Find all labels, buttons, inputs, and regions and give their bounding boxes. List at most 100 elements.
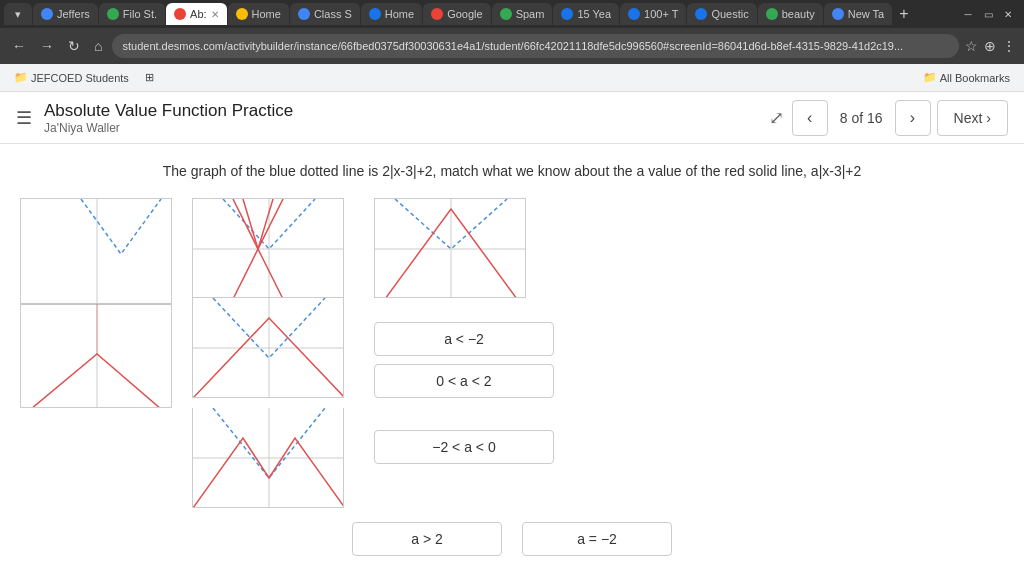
close-button[interactable]: ✕: [1000, 6, 1016, 22]
tab-ab[interactable]: Ab: ✕: [166, 3, 227, 25]
tab-class[interactable]: Class S: [290, 3, 360, 25]
all-bookmarks-label: All Bookmarks: [940, 72, 1010, 84]
browser-chrome: ▾ Jeffers Filo St. Ab: ✕ Home Class S: [0, 0, 1024, 92]
window-controls: ─ ▭ ✕: [960, 6, 1024, 22]
grid-icon: ⊞: [145, 71, 154, 84]
tab-favicon: [107, 8, 119, 20]
right-column: a < −2 0 < a < 2 −2 < a < 0: [374, 198, 554, 464]
folder-icon: 📁: [923, 71, 937, 84]
next-button[interactable]: Next ›: [937, 100, 1008, 136]
address-input[interactable]: [112, 34, 959, 58]
tab-label: Ab:: [190, 8, 207, 20]
app-header: ☰ Absolute Value Function Practice Ja'Ni…: [0, 92, 1024, 144]
answer-box-a-greater-2[interactable]: a > 2: [352, 522, 502, 556]
tab-favicon: [695, 8, 707, 20]
tab-favicon: [561, 8, 573, 20]
tab-favicon: [298, 8, 310, 20]
bookmarks-bar: 📁 JEFCOED Students ⊞ 📁 All Bookmarks: [0, 64, 1024, 92]
answer-box-neg2-less-a-less-0[interactable]: −2 < a < 0: [374, 430, 554, 464]
graph-3[interactable]: [192, 298, 344, 398]
tab-filo[interactable]: Filo St.: [99, 3, 165, 25]
graphs-area: a < −2 0 < a < 2 −2 < a < 0: [20, 198, 1004, 508]
tab-100t[interactable]: 100+ T: [620, 3, 686, 25]
tab-label: Home: [252, 8, 281, 20]
tab-group-selector[interactable]: ▾: [4, 3, 32, 25]
tab-home1[interactable]: Home: [228, 3, 289, 25]
minimize-button[interactable]: ─: [960, 6, 976, 22]
tab-home2[interactable]: Home: [361, 3, 422, 25]
answer-box-a-equals-neg2[interactable]: a = −2: [522, 522, 672, 556]
tab-newta[interactable]: New Ta: [824, 3, 892, 25]
back-button[interactable]: ←: [8, 36, 30, 56]
answer-box-a-less-neg2[interactable]: a < −2: [374, 322, 554, 356]
answer-label: a < −2: [444, 331, 484, 347]
mid-column: [192, 198, 344, 508]
app-subtitle: Ja'Niya Waller: [44, 121, 761, 135]
tab-bar: ▾ Jeffers Filo St. Ab: ✕ Home Class S: [0, 0, 1024, 28]
tab-label: Home: [385, 8, 414, 20]
tab-label: Class S: [314, 8, 352, 20]
next-label: Next: [954, 110, 983, 126]
bookmark-jefcoed[interactable]: 📁 JEFCOED Students: [8, 69, 135, 86]
tab-label: Google: [447, 8, 482, 20]
answer-label: a = −2: [577, 531, 617, 547]
hamburger-menu-button[interactable]: ☰: [16, 107, 32, 129]
question-text: The graph of the blue dotted line is 2|x…: [20, 162, 1004, 182]
tab-label: Filo St.: [123, 8, 157, 20]
graph-1[interactable]: [20, 198, 172, 408]
app-title: Absolute Value Function Practice: [44, 101, 761, 121]
tab-label: 15 Yea: [577, 8, 611, 20]
bookmarks-right: 📁 All Bookmarks: [917, 69, 1016, 86]
graph-right[interactable]: [374, 198, 526, 298]
left-column: [20, 198, 172, 408]
tab-label: beauty: [782, 8, 815, 20]
bookmark-label: JEFCOED Students: [31, 72, 129, 84]
tab-15yea[interactable]: 15 Yea: [553, 3, 619, 25]
tab-favicon: [766, 8, 778, 20]
menu-icon[interactable]: ⋮: [1002, 38, 1016, 54]
next-page-arrow-button[interactable]: ›: [895, 100, 931, 136]
answer-label: −2 < a < 0: [432, 439, 495, 455]
answer-label: a > 2: [411, 531, 443, 547]
answer-box-0-less-a-less-2[interactable]: 0 < a < 2: [374, 364, 554, 398]
tab-label: Questic: [711, 8, 748, 20]
tab-favicon: [500, 8, 512, 20]
tab-jeffers[interactable]: Jeffers: [33, 3, 98, 25]
tab-favicon: [628, 8, 640, 20]
app-title-block: Absolute Value Function Practice Ja'Niya…: [44, 101, 761, 135]
extensions-icon[interactable]: ⊕: [984, 38, 996, 54]
main-content: The graph of the blue dotted line is 2|x…: [0, 144, 1024, 566]
tab-favicon: [174, 8, 186, 20]
graph-4-svg: [193, 408, 344, 508]
new-tab-button[interactable]: +: [893, 5, 914, 23]
answer-label: 0 < a < 2: [436, 373, 491, 389]
graph-right-svg: [375, 199, 526, 298]
address-bar-row: ← → ↻ ⌂ ☆ ⊕ ⋮: [0, 28, 1024, 64]
bottom-answers: a > 2 a = −2: [20, 522, 1004, 556]
nav-controls: ‹ 8 of 16 › Next ›: [792, 100, 1008, 136]
bookmark-grid[interactable]: ⊞: [139, 69, 160, 86]
home-button[interactable]: ⌂: [90, 36, 106, 56]
refresh-button[interactable]: ↻: [64, 36, 84, 56]
tab-favicon: [431, 8, 443, 20]
tab-beauty[interactable]: beauty: [758, 3, 823, 25]
graph-4[interactable]: [192, 408, 344, 508]
tab-close-icon[interactable]: ✕: [211, 9, 219, 20]
tab-favicon: [369, 8, 381, 20]
bookmark-star-icon[interactable]: ☆: [965, 38, 978, 54]
spacer: [374, 306, 554, 314]
graph-2-svg: [193, 199, 344, 298]
expand-button[interactable]: ⤢: [761, 103, 792, 133]
prev-page-button[interactable]: ‹: [792, 100, 828, 136]
spacer2: [374, 406, 554, 422]
bookmark-all[interactable]: 📁 All Bookmarks: [917, 69, 1016, 86]
tab-label: Jeffers: [57, 8, 90, 20]
tab-spam[interactable]: Spam: [492, 3, 553, 25]
forward-button[interactable]: →: [36, 36, 58, 56]
graph-2[interactable]: [192, 198, 344, 298]
tab-google[interactable]: Google: [423, 3, 490, 25]
page-indicator: 8 of 16: [834, 110, 889, 126]
graph-1-svg: [21, 199, 172, 408]
restore-button[interactable]: ▭: [980, 6, 996, 22]
tab-questic[interactable]: Questic: [687, 3, 756, 25]
